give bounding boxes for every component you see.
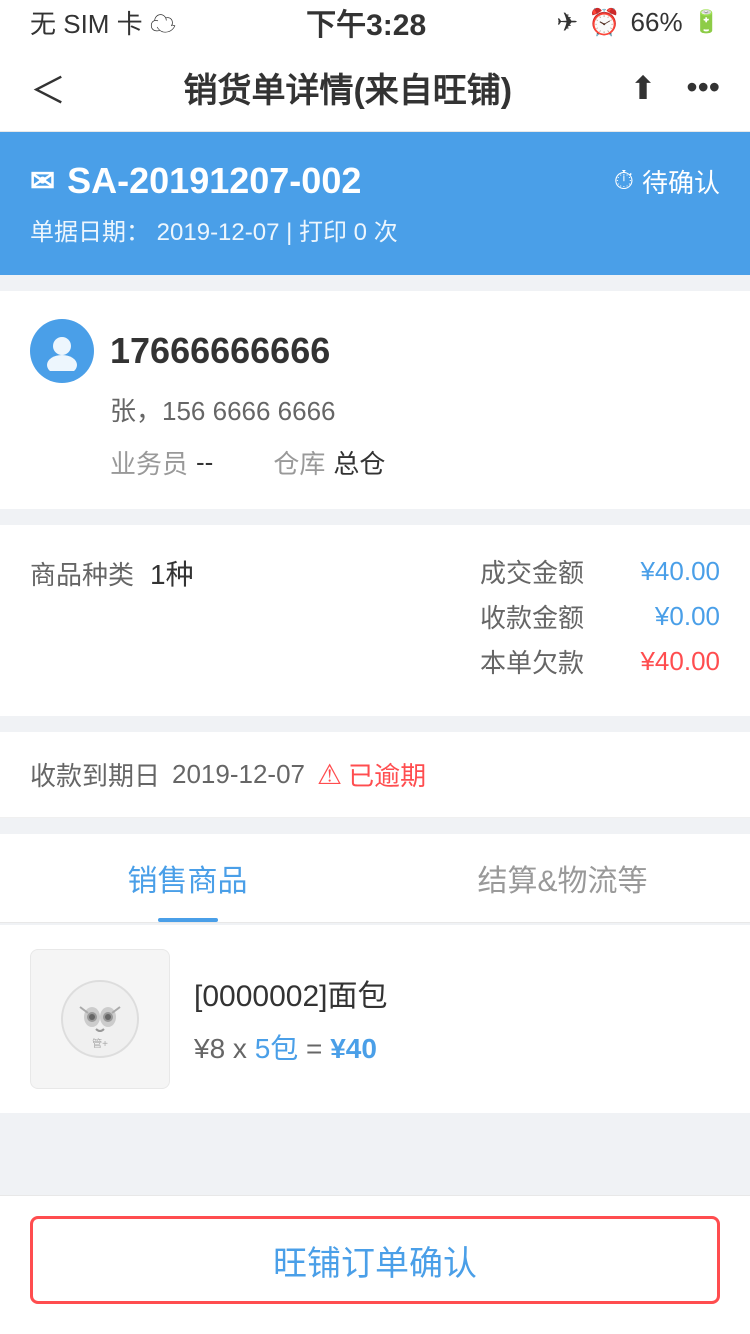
overdue-warning-icon: ⚠ [317, 758, 342, 791]
price-quantity: 5包 [255, 1033, 299, 1064]
amounts-right: 成交金额 ¥40.00 收款金额 ¥0.00 本单欠款 ¥40.00 [480, 553, 720, 688]
customer-section: 17666666666 张，156 6666 6666 业务员 -- 仓库 总仓 [0, 291, 750, 509]
order-date-label: 单据日期： [30, 219, 150, 246]
balance-row: 本单欠款 ¥40.00 [480, 643, 720, 680]
product-section: 管+ [0000002]面包 ¥8 x 5包 = ¥40 [0, 925, 750, 1113]
status-right: ✈ ⏰ 66% 🔋 [556, 7, 720, 38]
amount-section: 商品种类 1种 成交金额 ¥40.00 收款金额 ¥0.00 本单欠款 ¥40.… [0, 525, 750, 716]
status-left: 无 SIM 卡 ☁ [30, 4, 176, 41]
more-icon[interactable]: ••• [686, 69, 720, 106]
order-id-text: SA-20191207-002 [67, 160, 361, 202]
deal-amount-row: 成交金额 ¥40.00 [480, 553, 720, 590]
order-icon: ✉ [30, 164, 55, 199]
svg-text:管+: 管+ [92, 1037, 108, 1050]
product-price: ¥8 x 5包 = ¥40 [194, 1027, 720, 1067]
order-date-value: 2019-12-07 [157, 219, 280, 246]
product-type-label: 商品种类 [30, 555, 134, 592]
price-formula: ¥8 x [194, 1033, 255, 1064]
confirm-order-button[interactable]: 旺铺订单确认 [30, 1216, 720, 1304]
location-icon: ✈ [556, 7, 578, 38]
product-item: 管+ [0000002]面包 ¥8 x 5包 = ¥40 [30, 949, 720, 1089]
deal-amount-value: ¥40.00 [600, 556, 720, 587]
warehouse-value: 总仓 [333, 444, 385, 481]
product-summary: 商品种类 1种 [30, 553, 194, 593]
warehouse-label: 仓库 [273, 444, 325, 481]
product-name: [0000002]面包 [194, 971, 720, 1015]
alarm-icon: ⏰ [588, 7, 620, 38]
order-print-info: | 打印 0 次 [286, 219, 398, 246]
order-id: ✉ SA-20191207-002 [30, 160, 361, 202]
sales-rep-label: 业务员 [110, 444, 188, 481]
status-time: 下午3:28 [306, 0, 426, 44]
due-date-section: 收款到期日 2019-12-07 ⚠ 已逾期 [0, 732, 750, 818]
confirm-order-label: 旺铺订单确认 [273, 1236, 477, 1285]
overdue-text: 已逾期 [348, 756, 426, 793]
avatar [30, 319, 94, 383]
deal-amount-label: 成交金额 [480, 553, 584, 590]
balance-label: 本单欠款 [480, 643, 584, 680]
nav-actions: ⬆ ••• [630, 69, 720, 107]
price-equals: = [298, 1033, 330, 1064]
due-date-value: 2019-12-07 [172, 759, 305, 790]
tab-sales-label: 销售商品 [128, 856, 248, 900]
balance-value: ¥40.00 [600, 646, 720, 677]
product-info: [0000002]面包 ¥8 x 5包 = ¥40 [194, 971, 720, 1067]
customer-phone-text: 17666666666 [110, 330, 330, 372]
back-button[interactable]: ＜ [30, 62, 66, 114]
received-label: 收款金额 [480, 598, 584, 635]
order-status-badge: ⏱ 待确认 [614, 163, 720, 200]
share-icon[interactable]: ⬆ [630, 69, 657, 107]
status-bar: 无 SIM 卡 ☁ 下午3:28 ✈ ⏰ 66% 🔋 [0, 0, 750, 44]
battery-icon: 🔋 [693, 9, 720, 35]
tab-settlement[interactable]: 结算&物流等 [375, 834, 750, 922]
sales-rep-item: 业务员 -- [110, 444, 213, 481]
sales-rep-value: -- [196, 447, 213, 478]
tab-sales-products[interactable]: 销售商品 [0, 834, 375, 922]
order-meta: 单据日期： 2019-12-07 | 打印 0 次 [30, 212, 720, 247]
nav-bar: ＜ 销货单详情(来自旺铺) ⬆ ••• [0, 44, 750, 132]
tabs: 销售商品 结算&物流等 [0, 834, 750, 922]
page-title: 销货单详情(来自旺铺) [183, 63, 512, 112]
tab-settlement-label: 结算&物流等 [477, 856, 647, 900]
bottom-bar: 旺铺订单确认 [0, 1195, 750, 1334]
no-sim-text: 无 SIM 卡 ☁ [30, 4, 176, 41]
tabs-section: 销售商品 结算&物流等 [0, 834, 750, 923]
order-header-card: ✉ SA-20191207-002 ⏱ 待确认 单据日期： 2019-12-07… [0, 132, 750, 275]
customer-phone-row: 17666666666 [30, 319, 720, 383]
battery-text: 66% [631, 7, 683, 38]
status-clock-icon: ⏱ [614, 165, 634, 197]
received-amount-row: 收款金额 ¥0.00 [480, 598, 720, 635]
due-date-label: 收款到期日 [30, 756, 160, 793]
header-top-row: ✉ SA-20191207-002 ⏱ 待确认 [30, 160, 720, 202]
overdue-badge: ⚠ 已逾期 [317, 756, 426, 793]
price-total: ¥40 [330, 1033, 377, 1064]
warehouse-item: 仓库 总仓 [273, 444, 385, 481]
product-type-value: 1种 [150, 553, 194, 593]
product-image: 管+ [30, 949, 170, 1089]
customer-name: 张，156 6666 6666 [110, 391, 720, 428]
received-value: ¥0.00 [600, 601, 720, 632]
customer-meta-row: 业务员 -- 仓库 总仓 [110, 444, 720, 481]
order-status-text: 待确认 [642, 163, 720, 200]
